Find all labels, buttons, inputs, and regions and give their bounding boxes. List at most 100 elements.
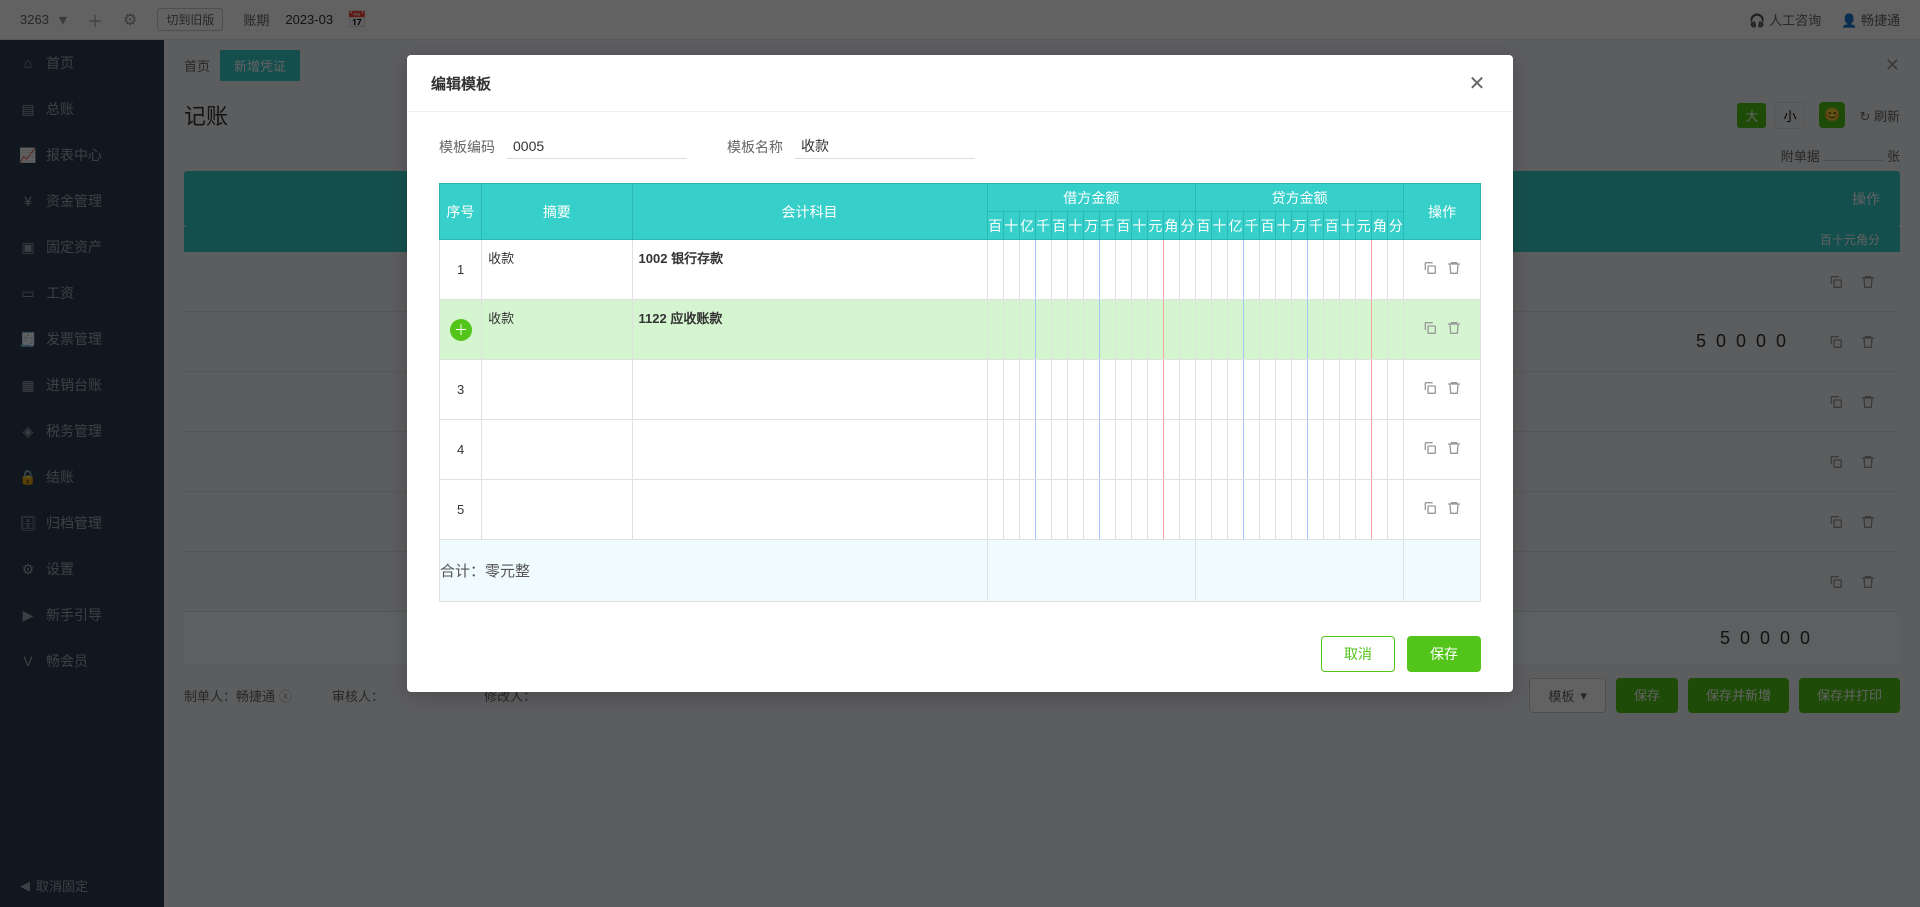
cell-digit[interactable] xyxy=(1324,480,1340,540)
cell-digit[interactable] xyxy=(1147,300,1163,360)
cell-subject[interactable]: 1122 应收账款 xyxy=(632,300,987,360)
cell-digit[interactable] xyxy=(1115,480,1131,540)
cell-digit[interactable] xyxy=(1003,420,1019,480)
cell-digit[interactable] xyxy=(1035,420,1051,480)
cell-digit[interactable] xyxy=(1083,240,1099,300)
cell-digit[interactable] xyxy=(1067,240,1083,300)
cell-digit[interactable] xyxy=(1147,420,1163,480)
cell-digit[interactable] xyxy=(1035,360,1051,420)
cell-summary[interactable]: 收款 xyxy=(482,240,632,300)
cell-digit[interactable] xyxy=(1131,480,1147,540)
cell-digit[interactable] xyxy=(1195,360,1211,420)
cell-digit[interactable] xyxy=(1083,420,1099,480)
cell-digit[interactable] xyxy=(1211,300,1227,360)
copy-icon[interactable] xyxy=(1422,260,1438,276)
cell-digit[interactable] xyxy=(1195,240,1211,300)
cell-digit[interactable] xyxy=(1003,480,1019,540)
cell-digit[interactable] xyxy=(1115,420,1131,480)
cell-digit[interactable] xyxy=(1147,240,1163,300)
cell-digit[interactable] xyxy=(1131,300,1147,360)
cell-digit[interactable] xyxy=(1260,300,1276,360)
cell-digit[interactable] xyxy=(1195,420,1211,480)
cell-digit[interactable] xyxy=(1308,420,1324,480)
cell-digit[interactable] xyxy=(1276,300,1292,360)
cell-digit[interactable] xyxy=(1179,420,1195,480)
cell-digit[interactable] xyxy=(1019,240,1035,300)
cell-digit[interactable] xyxy=(1276,480,1292,540)
cell-digit[interactable] xyxy=(1356,480,1372,540)
cell-digit[interactable] xyxy=(987,480,1003,540)
cell-digit[interactable] xyxy=(1340,240,1356,300)
cell-digit[interactable] xyxy=(1340,300,1356,360)
copy-icon[interactable] xyxy=(1422,380,1438,396)
cell-digit[interactable] xyxy=(1372,300,1388,360)
cell-digit[interactable] xyxy=(1051,480,1067,540)
cell-digit[interactable] xyxy=(1340,480,1356,540)
cell-digit[interactable] xyxy=(1163,240,1179,300)
save-button[interactable]: 保存 xyxy=(1407,636,1481,672)
cell-digit[interactable] xyxy=(1003,240,1019,300)
cell-digit[interactable] xyxy=(1324,300,1340,360)
cell-digit[interactable] xyxy=(987,240,1003,300)
cell-digit[interactable] xyxy=(1051,240,1067,300)
cell-digit[interactable] xyxy=(1324,240,1340,300)
modal-close-button[interactable]: ✕ xyxy=(1465,71,1489,95)
cell-digit[interactable] xyxy=(1372,240,1388,300)
cell-digit[interactable] xyxy=(1292,360,1308,420)
cell-digit[interactable] xyxy=(1372,360,1388,420)
cell-digit[interactable] xyxy=(1083,360,1099,420)
cell-digit[interactable] xyxy=(1147,480,1163,540)
cell-digit[interactable] xyxy=(1163,300,1179,360)
cell-digit[interactable] xyxy=(1179,360,1195,420)
add-row-button[interactable]: ＋ xyxy=(450,319,472,341)
cell-digit[interactable] xyxy=(1131,420,1147,480)
cell-digit[interactable] xyxy=(1195,480,1211,540)
copy-icon[interactable] xyxy=(1422,320,1438,336)
cell-digit[interactable] xyxy=(1324,420,1340,480)
cell-digit[interactable] xyxy=(1083,300,1099,360)
cell-digit[interactable] xyxy=(1356,240,1372,300)
cell-subject[interactable] xyxy=(632,480,987,540)
cell-digit[interactable] xyxy=(1163,480,1179,540)
cell-digit[interactable] xyxy=(1163,360,1179,420)
cell-digit[interactable] xyxy=(1276,240,1292,300)
delete-icon[interactable] xyxy=(1446,500,1462,516)
cell-digit[interactable] xyxy=(1067,420,1083,480)
cell-digit[interactable] xyxy=(1244,420,1260,480)
cell-digit[interactable] xyxy=(1276,360,1292,420)
cell-digit[interactable] xyxy=(1147,360,1163,420)
copy-icon[interactable] xyxy=(1422,500,1438,516)
cell-digit[interactable] xyxy=(1388,240,1404,300)
cell-digit[interactable] xyxy=(1308,300,1324,360)
cell-digit[interactable] xyxy=(1019,300,1035,360)
cell-digit[interactable] xyxy=(1388,480,1404,540)
cell-digit[interactable] xyxy=(1099,240,1115,300)
template-name-input[interactable] xyxy=(795,134,975,159)
cell-digit[interactable] xyxy=(1244,240,1260,300)
cell-digit[interactable] xyxy=(1099,300,1115,360)
cell-digit[interactable] xyxy=(1292,240,1308,300)
cell-digit[interactable] xyxy=(1228,420,1244,480)
cell-digit[interactable] xyxy=(1292,420,1308,480)
cell-digit[interactable] xyxy=(1003,300,1019,360)
cell-digit[interactable] xyxy=(1179,480,1195,540)
cell-digit[interactable] xyxy=(1260,360,1276,420)
cell-digit[interactable] xyxy=(1228,360,1244,420)
cell-digit[interactable] xyxy=(1035,480,1051,540)
cell-digit[interactable] xyxy=(1244,300,1260,360)
cell-digit[interactable] xyxy=(1260,480,1276,540)
cell-digit[interactable] xyxy=(1308,240,1324,300)
cell-digit[interactable] xyxy=(1131,240,1147,300)
cell-subject[interactable]: 1002 银行存款 xyxy=(632,240,987,300)
cell-digit[interactable] xyxy=(1292,480,1308,540)
cell-digit[interactable] xyxy=(987,300,1003,360)
cell-digit[interactable] xyxy=(1067,360,1083,420)
cell-digit[interactable] xyxy=(1003,360,1019,420)
cell-digit[interactable] xyxy=(1115,240,1131,300)
cell-digit[interactable] xyxy=(1356,420,1372,480)
delete-icon[interactable] xyxy=(1446,440,1462,456)
cell-summary[interactable] xyxy=(482,360,632,420)
cell-digit[interactable] xyxy=(1356,300,1372,360)
cell-digit[interactable] xyxy=(1099,420,1115,480)
cell-digit[interactable] xyxy=(1228,300,1244,360)
